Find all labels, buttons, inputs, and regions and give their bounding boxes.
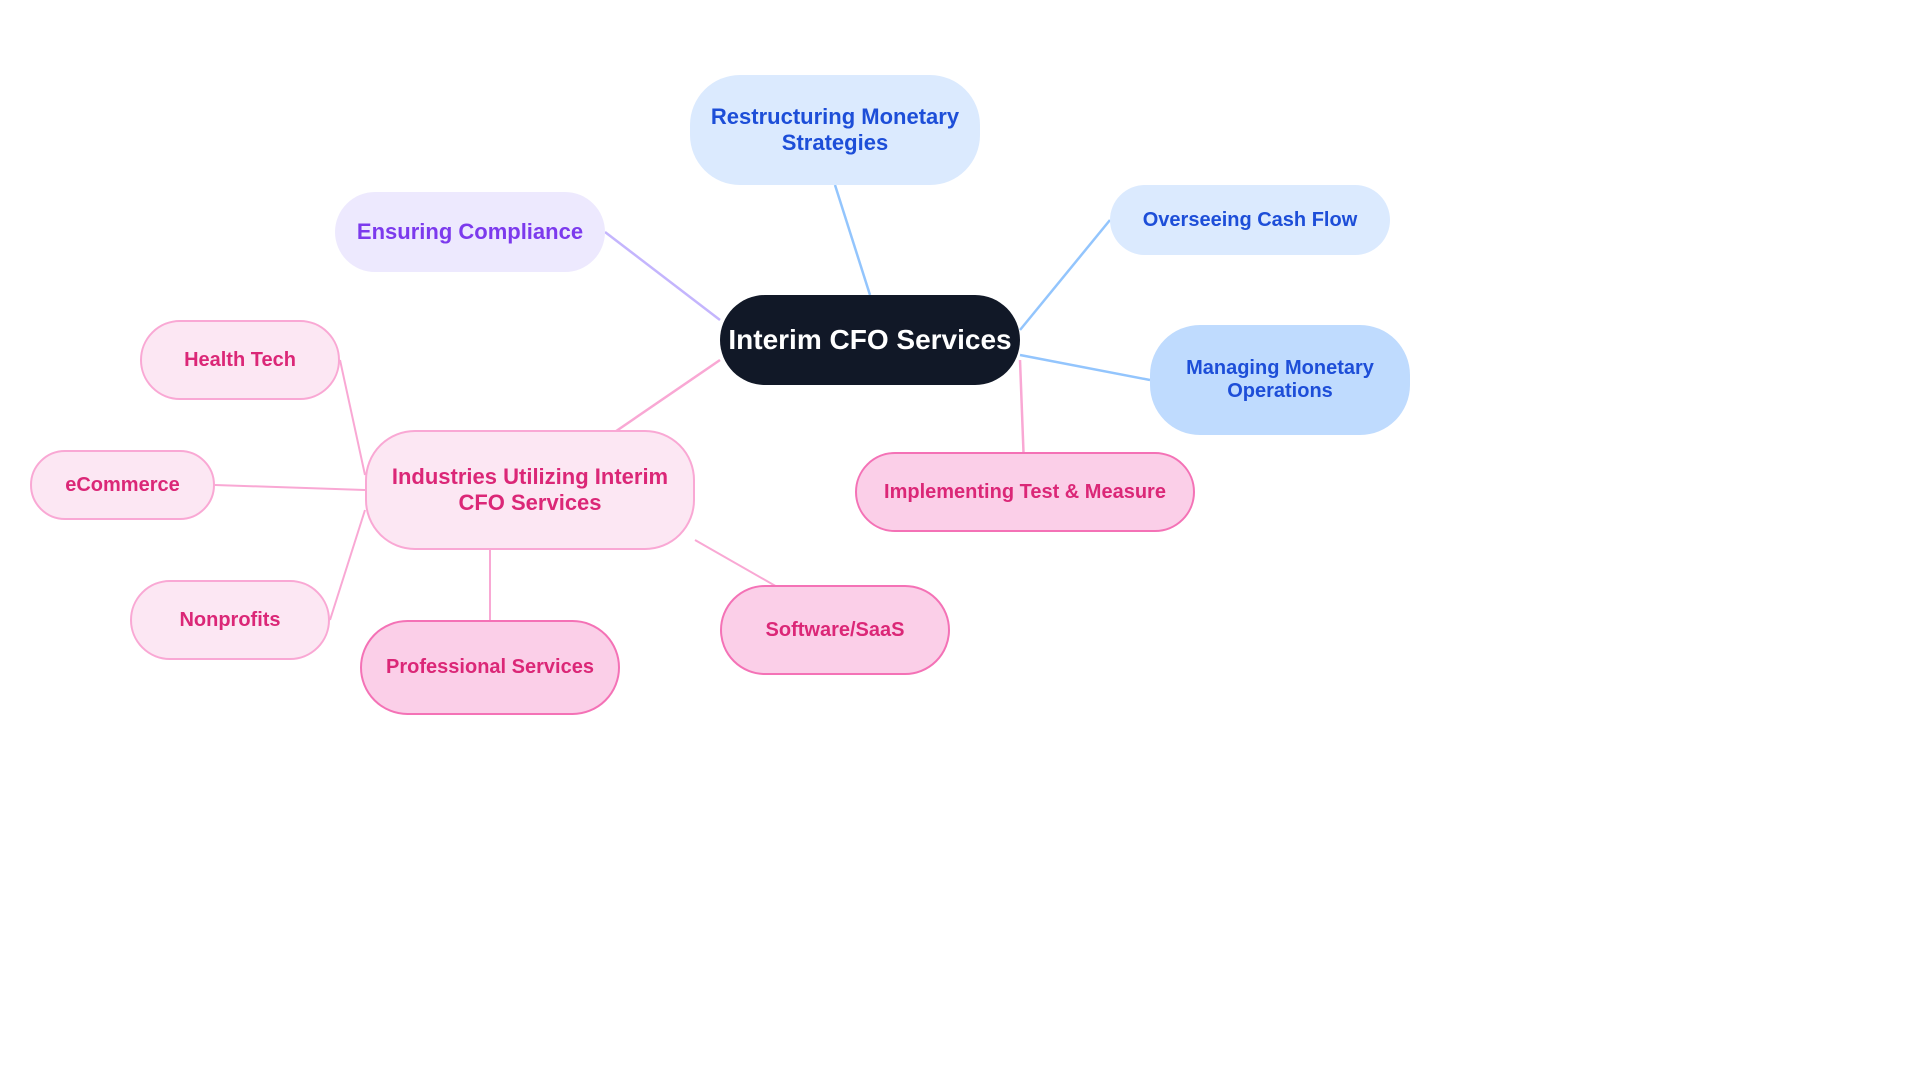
ecommerce-node[interactable]: eCommerce: [30, 450, 215, 520]
overseeing-node[interactable]: Overseeing Cash Flow: [1110, 185, 1390, 255]
healthtech-label: Health Tech: [184, 349, 296, 372]
overseeing-label: Overseeing Cash Flow: [1143, 209, 1358, 232]
industries-label: Industries Utilizing Interim CFO Service…: [367, 464, 693, 516]
professional-label: Professional Services: [386, 656, 594, 679]
restructuring-node[interactable]: Restructuring Monetary Strategies: [690, 75, 980, 185]
saas-node[interactable]: Software/SaaS: [720, 585, 950, 675]
center-node-label: Interim CFO Services: [728, 324, 1011, 356]
ensuring-node[interactable]: Ensuring Compliance: [335, 192, 605, 272]
professional-node[interactable]: Professional Services: [360, 620, 620, 715]
healthtech-node[interactable]: Health Tech: [140, 320, 340, 400]
saas-label: Software/SaaS: [766, 619, 905, 642]
implementing-label: Implementing Test & Measure: [884, 481, 1166, 504]
center-node[interactable]: Interim CFO Services: [720, 295, 1020, 385]
restructuring-label: Restructuring Monetary Strategies: [690, 104, 980, 156]
implementing-node[interactable]: Implementing Test & Measure: [855, 452, 1195, 532]
managing-node[interactable]: Managing Monetary Operations: [1150, 325, 1410, 435]
managing-label: Managing Monetary Operations: [1150, 357, 1410, 403]
nonprofits-label: Nonprofits: [179, 609, 280, 632]
nonprofits-node[interactable]: Nonprofits: [130, 580, 330, 660]
industries-node[interactable]: Industries Utilizing Interim CFO Service…: [365, 430, 695, 550]
ensuring-label: Ensuring Compliance: [357, 219, 583, 245]
ecommerce-label: eCommerce: [65, 474, 180, 497]
